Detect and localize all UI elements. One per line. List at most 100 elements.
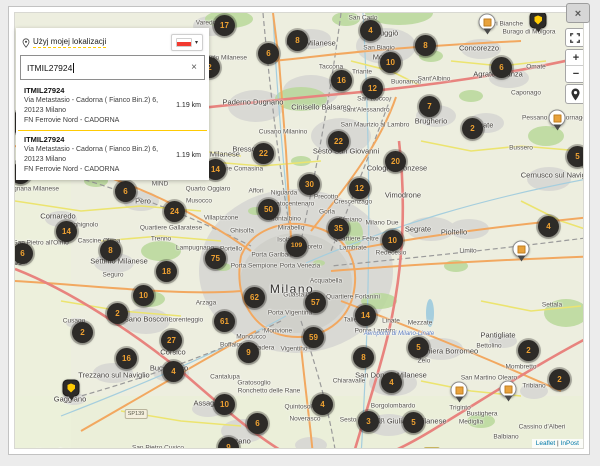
language-selector[interactable]: ▾ (170, 34, 203, 51)
cluster-marker[interactable]: 8 (100, 240, 121, 261)
cluster-marker[interactable]: 24 (164, 201, 185, 222)
cluster-marker[interactable]: 62 (244, 287, 265, 308)
map-town-label: Mediglia (458, 418, 484, 426)
cluster-marker[interactable]: 6 (491, 57, 512, 78)
cluster-marker[interactable]: 4 (163, 361, 184, 382)
cluster-marker[interactable]: 35 (328, 218, 349, 239)
map-town-label: Balbiano (493, 433, 519, 441)
cluster-marker[interactable]: 22 (253, 143, 274, 164)
cluster-marker[interactable]: 6 (247, 413, 268, 434)
cluster-marker[interactable]: 6 (15, 243, 33, 264)
map-town-label: Gorla (319, 208, 335, 216)
chevron-down-icon: ▾ (194, 39, 198, 46)
leaflet-link[interactable]: Leaflet (536, 440, 556, 447)
locker-pin-marker[interactable] (548, 109, 566, 131)
cluster-marker[interactable]: 61 (214, 311, 235, 332)
map-town-label: Noverasco (289, 415, 321, 423)
map-town-label: Linate (382, 317, 400, 325)
locker-pin-marker[interactable] (499, 380, 517, 402)
use-my-location-link[interactable]: Użyj mojej lokalizacji (22, 37, 107, 48)
locker-pin-marker[interactable] (478, 13, 496, 35)
cluster-marker[interactable]: 3 (358, 411, 379, 432)
parcel-locker-icon (517, 244, 525, 253)
cluster-marker[interactable]: 5 (567, 146, 583, 167)
map-town-label: Zelo (417, 357, 431, 365)
cluster-marker[interactable]: 20 (385, 151, 406, 172)
search-result-item[interactable]: ITMIL27924 Via Metastasio - Cadorna ( Fi… (18, 130, 207, 179)
cluster-marker[interactable]: 8 (353, 347, 374, 368)
cluster-marker[interactable]: 10 (214, 394, 235, 415)
cluster-marker[interactable]: 4 (538, 216, 559, 237)
map-town-label: Chiaravalle (332, 377, 366, 385)
cluster-marker[interactable]: 30 (299, 174, 320, 195)
cluster-marker[interactable]: 16 (116, 348, 137, 369)
cluster-marker[interactable]: 6 (258, 43, 279, 64)
cluster-marker[interactable]: 59 (303, 327, 324, 348)
address-line-3: FN Ferrovie Nord - CADORNA (24, 116, 120, 124)
locker-code: ITMIL27924 (24, 86, 65, 95)
cluster-marker[interactable]: 2 (518, 340, 539, 361)
show-locker-pins-button[interactable] (565, 84, 583, 104)
cluster-marker[interactable]: 2 (72, 322, 93, 343)
cluster-marker[interactable]: 50 (258, 199, 279, 220)
cluster-marker[interactable]: 18 (156, 261, 177, 282)
cluster-marker[interactable]: 9 (238, 342, 259, 363)
zoom-out-button[interactable]: − (566, 66, 583, 82)
cluster-marker[interactable]: 5 (408, 337, 429, 358)
zoom-in-button[interactable]: + (566, 50, 583, 66)
locker-pin-marker-dark[interactable] (529, 13, 547, 33)
locker-pin-marker-dark[interactable] (62, 379, 80, 401)
poland-flag-icon (175, 38, 192, 47)
cluster-marker[interactable]: 7 (419, 96, 440, 117)
cluster-marker[interactable]: 57 (305, 292, 326, 313)
cluster-marker[interactable]: 2 (107, 303, 128, 324)
map-town-label: Paderno Dugnano (222, 97, 284, 107)
clear-search-icon[interactable]: × (190, 62, 198, 73)
cluster-marker[interactable]: 17 (214, 15, 235, 36)
map-town-label: Morivione (263, 327, 293, 335)
locker-pin-marker[interactable] (512, 240, 530, 262)
map-town-label: Bettolino (476, 342, 502, 350)
text-cursor (73, 62, 75, 73)
cluster-marker[interactable]: 22 (328, 131, 349, 152)
cluster-marker[interactable]: 4 (312, 394, 333, 415)
map-town-label: Cassino d'Alberi (518, 423, 566, 431)
cluster-marker[interactable]: 75 (205, 248, 226, 269)
cluster-marker[interactable]: 109 (286, 236, 307, 257)
map-town-label: Limito (459, 247, 477, 255)
cluster-marker[interactable]: 6 (115, 181, 136, 202)
cluster-marker[interactable]: 12 (349, 178, 370, 199)
cluster-marker[interactable]: 14 (56, 221, 77, 242)
map-town-label: Mezzate (407, 319, 433, 327)
cluster-count: 2 (115, 308, 120, 318)
cluster-marker[interactable]: 10 (133, 285, 154, 306)
search-result-item[interactable]: ITMIL27924 Via Metastasio - Cadorna ( Fi… (18, 82, 207, 130)
map-town-label: Vigentino (280, 345, 308, 353)
map-town-label: Ronchetto delle Rane (237, 387, 301, 395)
cluster-marker[interactable]: 14 (355, 305, 376, 326)
map-town-label: Trezzano sul Naviglio (78, 370, 150, 380)
cluster-marker[interactable]: 12 (362, 78, 383, 99)
cluster-marker[interactable]: 16 (331, 70, 352, 91)
fullscreen-button[interactable] (565, 28, 583, 47)
dialog-close-button[interactable]: × (566, 3, 590, 23)
cluster-marker[interactable]: 2 (549, 369, 570, 390)
cluster-marker[interactable]: 4 (360, 20, 381, 41)
road-ref-badge: SP139 (124, 409, 148, 419)
map-town-label: Mirabello (277, 224, 305, 232)
cluster-marker[interactable]: 4 (381, 372, 402, 393)
cluster-count: 12 (368, 83, 377, 93)
pin-head (529, 13, 547, 33)
locker-pin-marker[interactable] (450, 381, 468, 403)
cluster-marker[interactable]: 8 (415, 35, 436, 56)
cluster-marker[interactable]: 27 (161, 330, 182, 351)
cluster-marker[interactable]: 2 (462, 118, 483, 139)
cluster-marker[interactable]: 10 (382, 230, 403, 251)
cluster-marker[interactable]: 5 (403, 412, 424, 433)
cluster-count: 2 (80, 327, 85, 337)
provider-link[interactable]: InPost (561, 440, 579, 447)
location-pin-icon (570, 88, 580, 100)
cluster-marker[interactable]: 10 (380, 52, 401, 73)
locker-search-input[interactable]: ITMIL27924 × (20, 55, 205, 80)
cluster-marker[interactable]: 8 (287, 30, 308, 51)
